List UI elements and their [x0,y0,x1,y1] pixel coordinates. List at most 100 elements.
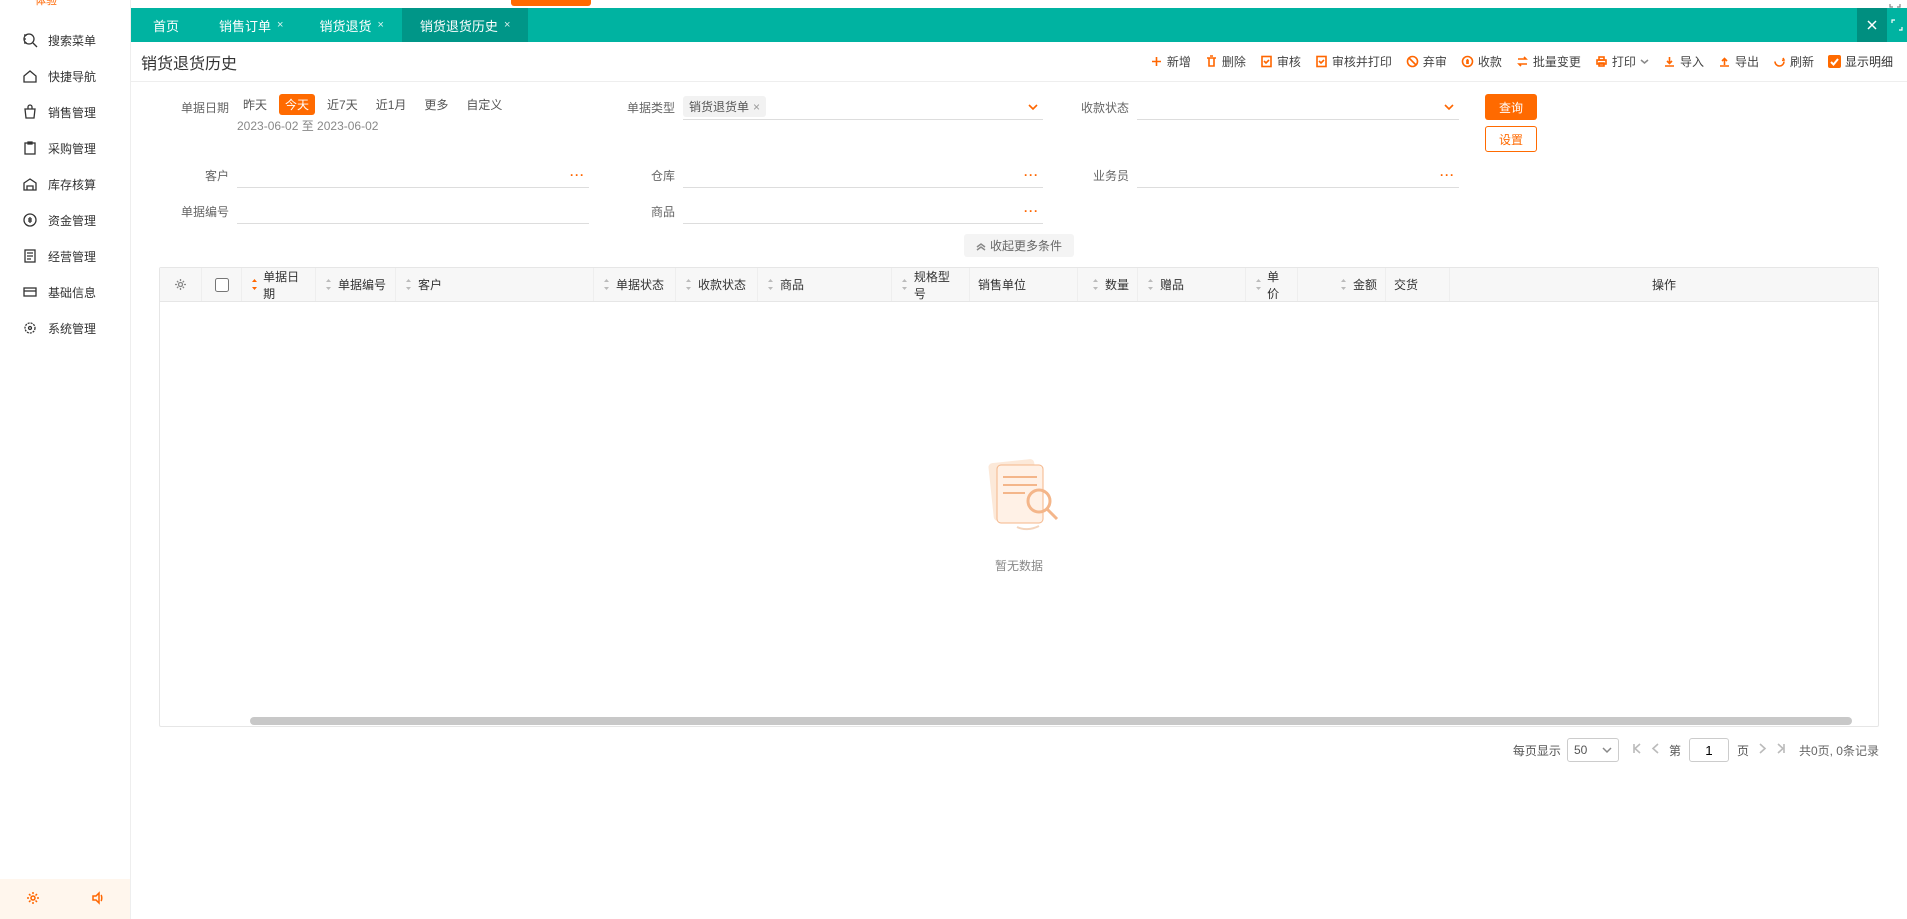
fullscreen-icon[interactable] [1889,0,1901,8]
sidebar-item-quick-nav[interactable]: 快捷导航 [0,58,130,94]
tab-sales-return[interactable]: 销货退货 × [301,8,401,42]
last-page-button[interactable] [1776,743,1787,757]
filter-form: 单据日期 昨天 今天 近7天 近1月 更多 自定义 2023-06-02 至 2… [131,82,1907,267]
show-detail-toggle[interactable]: 显示明细 [1828,53,1893,70]
chip-remove-icon[interactable]: × [753,100,760,114]
th-customer[interactable]: 客户 [396,268,594,301]
th-gift[interactable]: 赠品 [1138,268,1246,301]
volume-icon[interactable] [90,890,106,909]
sort-icon [602,278,612,292]
delete-button[interactable]: 删除 [1205,53,1246,70]
sidebar-item-finance[interactable]: 资金管理 [0,202,130,238]
date-range-text: 2023-06-02 至 2023-06-02 [237,117,589,134]
list-icon [22,248,38,264]
export-button[interactable]: 导出 [1718,53,1759,70]
select-all-checkbox[interactable] [202,268,242,301]
refresh-icon [1773,55,1786,68]
page-size-label: 每页显示 [1513,742,1561,759]
sidebar-item-purchase[interactable]: 采购管理 [0,130,130,166]
close-icon[interactable]: × [504,19,510,31]
date-tab-custom[interactable]: 自定义 [460,94,508,115]
th-delivery[interactable]: 交货 [1386,268,1450,301]
sort-icon [1339,278,1349,292]
doc-no-input[interactable] [237,198,589,224]
expand-tabs-button[interactable] [1887,8,1907,42]
batch-change-button[interactable]: 批量变更 [1516,53,1581,70]
query-button[interactable]: 查询 [1485,94,1537,120]
tab-label: 首页 [153,16,179,35]
page-title: 销货退货历史 [141,50,237,74]
tab-sales-return-history[interactable]: 销货退货历史 × [402,8,528,42]
first-page-button[interactable] [1631,743,1642,757]
th-doc-date[interactable]: 单据日期 [242,268,316,301]
more-icon: ··· [1440,168,1455,182]
gear-icon[interactable] [25,890,41,909]
sidebar-item-label: 采购管理 [48,140,96,157]
close-icon[interactable]: × [277,19,283,31]
check-print-icon [1315,55,1328,68]
table-settings-button[interactable] [160,268,202,301]
sidebar-menu: 搜索菜单 快捷导航 销售管理 采购管理 库存核算 资金管理 [0,8,130,879]
sidebar-item-system[interactable]: 系统管理 [0,310,130,346]
scrollbar-thumb[interactable] [250,717,1852,725]
close-all-tabs-button[interactable] [1857,8,1887,42]
page-size-select[interactable]: 50 [1567,738,1619,762]
abandon-button[interactable]: 弃审 [1406,53,1447,70]
audit-button[interactable]: 审核 [1260,53,1301,70]
sidebar-item-sales[interactable]: 销售管理 [0,94,130,130]
th-spec[interactable]: 规格型号 [892,268,970,301]
refresh-button[interactable]: 刷新 [1773,53,1814,70]
goods-select[interactable]: ··· [683,198,1043,224]
print-button[interactable]: 打印 [1595,53,1649,70]
warehouse-select[interactable]: ··· [683,162,1043,188]
sidebar-item-label: 销售管理 [48,104,96,121]
customer-select[interactable]: ··· [237,162,589,188]
more-icon: ··· [1024,204,1039,218]
date-tab-recent7[interactable]: 近7天 [321,94,364,115]
tab-sales-order[interactable]: 销售订单 × [201,8,301,42]
chevron-down-icon [1640,55,1649,69]
tab-home[interactable]: 首页 [131,8,201,42]
import-button[interactable]: 导入 [1663,53,1704,70]
page-input[interactable] [1689,738,1729,762]
sidebar-item-label: 库存核算 [48,176,96,193]
th-amount[interactable]: 金额 [1298,268,1386,301]
date-tab-recent-month[interactable]: 近1月 [370,94,413,115]
th-qty[interactable]: 数量 [1078,268,1138,301]
doc-type-chip: 销货退货单 × [683,96,766,117]
chevron-down-icon [1443,101,1455,113]
receive-button[interactable]: 收款 [1461,53,1502,70]
sidebar-item-inventory[interactable]: 库存核算 [0,166,130,202]
date-tab-more[interactable]: 更多 [418,94,454,115]
horizontal-scrollbar[interactable] [160,716,1878,726]
th-doc-no[interactable]: 单据编号 [316,268,396,301]
th-price[interactable]: 单价 [1246,268,1298,301]
th-sale-unit[interactable]: 销售单位 [970,268,1078,301]
date-tab-yesterday[interactable]: 昨天 [237,94,273,115]
date-tab-today[interactable]: 今天 [279,94,315,115]
sidebar-item-search-menu[interactable]: 搜索菜单 [0,22,130,58]
sort-icon [324,278,334,292]
th-recv-status[interactable]: 收款状态 [676,268,758,301]
doc-type-select[interactable]: 销货退货单 × [683,94,1043,120]
top-strip [131,0,1907,8]
doc-type-label: 单据类型 [605,94,675,116]
th-goods[interactable]: 商品 [758,268,892,301]
sidebar-item-operation[interactable]: 经营管理 [0,238,130,274]
sidebar-item-basic[interactable]: 基础信息 [0,274,130,310]
sort-icon [250,278,259,292]
th-doc-status[interactable]: 单据状态 [594,268,676,301]
prev-page-button[interactable] [1650,743,1661,757]
sidebar-item-label: 搜索菜单 [48,32,96,49]
warehouse-icon [22,176,38,192]
collapse-filters-button[interactable]: 收起更多条件 [964,234,1074,257]
recv-status-select[interactable] [1137,94,1459,120]
audit-print-button[interactable]: 审核并打印 [1315,53,1392,70]
sort-icon [1254,278,1263,292]
close-icon[interactable]: × [377,19,383,31]
new-button[interactable]: 新增 [1150,53,1191,70]
chevron-down-icon [1027,101,1039,113]
staff-select[interactable]: ··· [1137,162,1459,188]
settings-button[interactable]: 设置 [1485,126,1537,152]
next-page-button[interactable] [1757,743,1768,757]
